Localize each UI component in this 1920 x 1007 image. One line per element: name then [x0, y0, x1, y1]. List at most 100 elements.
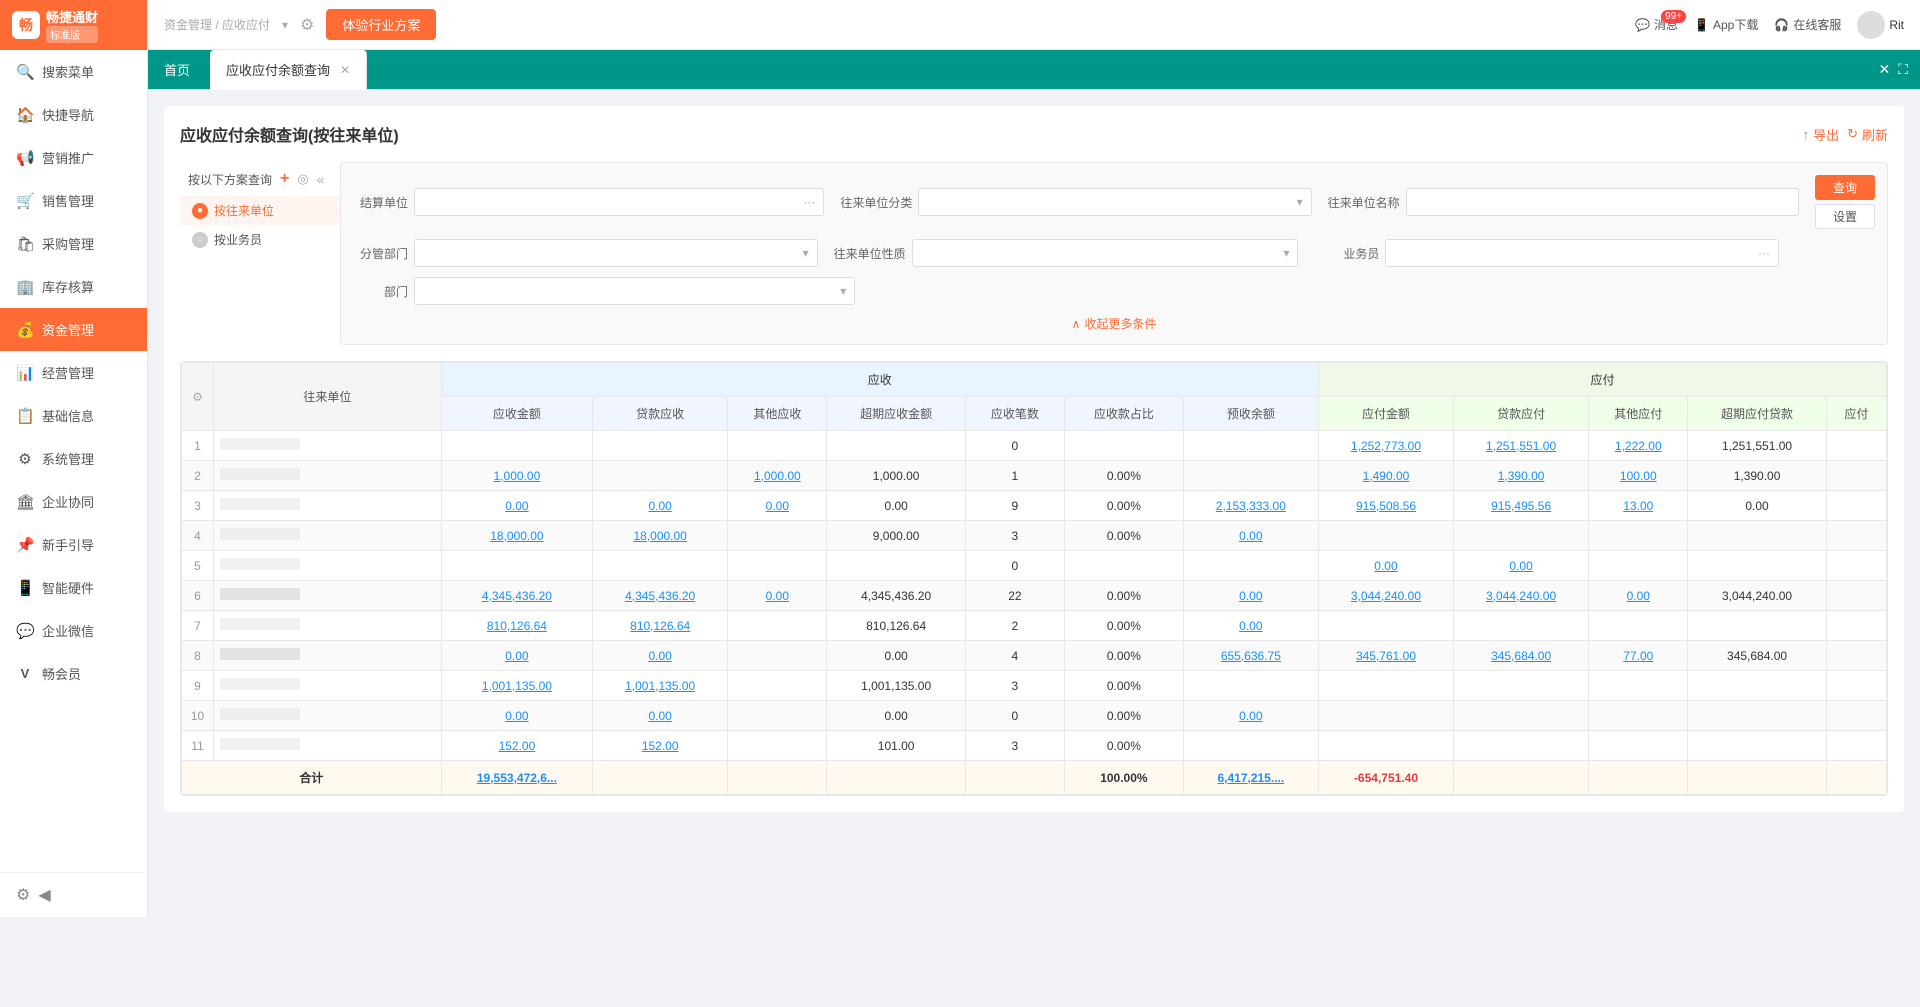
filter-row-1: 结算单位 ··· 往来单位分类 ▾ 往来单位名称: [353, 175, 1875, 229]
row-partner: [214, 461, 442, 491]
footer-ar-ratio: 100.00%: [1065, 761, 1184, 795]
table-row: 80.000.000.0040.00%655,636.75345,761.003…: [182, 641, 1887, 671]
row-num: 5: [182, 551, 214, 581]
tab-label: 应收应付余额查询: [226, 60, 330, 79]
salesperson-input[interactable]: ···: [1385, 239, 1779, 267]
sidebar-item-sales[interactable]: 🛒 销售管理: [0, 179, 147, 222]
sidebar-item-enterprise[interactable]: 🏛 企业协同: [0, 480, 147, 523]
th-partner: 往来单位: [214, 363, 442, 431]
solution-button[interactable]: 体验行业方案: [326, 9, 436, 40]
message-badge: 99+: [1661, 10, 1686, 23]
footer-ar-count: [965, 761, 1064, 795]
refresh-icon: ↻: [1847, 126, 1858, 142]
sidebar-item-label: 资金管理: [42, 320, 94, 339]
sidebar-item-purchase[interactable]: 🛍 采购管理: [0, 222, 147, 265]
filter-settings-icon[interactable]: ◎: [297, 171, 308, 187]
sidebar-item-vip[interactable]: V 畅会员: [0, 652, 147, 695]
tab-close-icon[interactable]: ✕: [340, 63, 350, 77]
th-ar-label: 应收: [868, 373, 892, 387]
branch-dept-label: 分管部门: [353, 245, 408, 262]
message-icon: 💬: [1635, 18, 1650, 32]
window-expand-button[interactable]: ⛶: [1898, 61, 1908, 78]
header-online-service[interactable]: 🎧 在线客服: [1774, 16, 1841, 33]
nav-item-by-salesperson[interactable]: ○ 按业务员: [180, 225, 340, 254]
service-icon: 🎧: [1774, 18, 1789, 32]
row-num: 3: [182, 491, 214, 521]
partner-nature-input[interactable]: ▾: [912, 239, 1299, 267]
table-footer-row: 合计 19,553,472,6... 100.00% 6,417,215....…: [182, 761, 1887, 795]
sidebar-item-label: 基础信息: [42, 406, 94, 425]
guide-icon: 📌: [16, 536, 34, 554]
table-settings-icon[interactable]: ⚙: [192, 390, 203, 404]
footer-ap-loan: [1454, 761, 1589, 795]
filter-collapse-icon[interactable]: «: [317, 172, 324, 187]
left-nav: 按以下方案查询 + ◎ « ● 按往来单位 ○ 按业务员: [180, 162, 340, 345]
sidebar-item-label: 营销推广: [42, 148, 94, 167]
table-row: 91,001,135.001,001,135.001,001,135.0030.…: [182, 671, 1887, 701]
header-dropdown-icon[interactable]: ▾: [282, 18, 288, 32]
sidebar-item-operations[interactable]: 📊 经营管理: [0, 351, 147, 394]
sidebar-logo: 畅 畅捷通财 标准版: [0, 0, 147, 50]
finance-icon: 💰: [16, 321, 34, 339]
table-row: 500.000.00: [182, 551, 1887, 581]
export-button[interactable]: ↑ 导出: [1803, 125, 1840, 144]
page-title: 应收应付余额查询(按往来单位): [180, 122, 399, 146]
sidebar-item-system[interactable]: ⚙ 系统管理: [0, 437, 147, 480]
search-icon: 🔍: [16, 63, 34, 81]
tab-right-controls: ✕ ⛶: [1878, 61, 1920, 78]
settlement-input[interactable]: ···: [414, 188, 824, 216]
footer-ap-overdue: [1688, 761, 1826, 795]
sidebar-item-label: 快捷导航: [42, 105, 94, 124]
query-button[interactable]: 查询: [1815, 175, 1875, 200]
table-row: 418,000.0018,000.009,000.0030.00%0.00: [182, 521, 1887, 551]
row-partner: [214, 671, 442, 701]
sidebar-item-wechat[interactable]: 💬 企业微信: [0, 609, 147, 652]
sidebar-collapse-icon[interactable]: ◀: [38, 885, 50, 905]
by-salesperson-icon: ○: [192, 232, 208, 248]
header-messages[interactable]: 💬 消息 99+: [1635, 16, 1678, 33]
table-row: 21,000.001,000.001,000.0010.00%1,490.001…: [182, 461, 1887, 491]
logo-text: 畅捷通财: [46, 7, 98, 26]
sidebar-item-label: 库存核算: [42, 277, 94, 296]
tab-home[interactable]: 首页: [148, 50, 206, 90]
footer-label: 合计: [182, 761, 442, 795]
refresh-button[interactable]: ↻ 刷新: [1847, 125, 1888, 144]
row-num: 1: [182, 431, 214, 461]
footer-ap-remain: [1826, 761, 1886, 795]
vip-icon: V: [16, 666, 34, 681]
main-content: 应收应付余额查询(按往来单位) ↑ 导出 ↻ 刷新 按以下方案查询 + ◎: [148, 90, 1920, 917]
partner-name-input[interactable]: [1406, 188, 1799, 216]
settings-button[interactable]: 设置: [1815, 204, 1875, 229]
page-title-row: 应收应付余额查询(按往来单位) ↑ 导出 ↻ 刷新: [180, 122, 1888, 146]
header-app-download[interactable]: 📱 App下载: [1694, 16, 1758, 33]
nav-item-label: 按往来单位: [214, 202, 274, 219]
header-gear-icon[interactable]: ⚙: [300, 15, 314, 35]
header-right: 💬 消息 99+ 📱 App下载 🎧 在线客服 Rit: [1635, 11, 1904, 39]
sidebar-item-warehouse[interactable]: 🏢 库存核算: [0, 265, 147, 308]
filter-item-salesperson: 业务员 ···: [1314, 239, 1779, 267]
row-partner: [214, 581, 442, 611]
filter-add-icon[interactable]: +: [280, 170, 289, 188]
tab-ar-balance[interactable]: 应收应付余额查询 ✕: [210, 50, 367, 90]
nav-item-by-partner[interactable]: ● 按往来单位: [180, 196, 340, 225]
sidebar-item-guide[interactable]: 📌 新手引导: [0, 523, 147, 566]
partner-category-input[interactable]: ▾: [918, 188, 1311, 216]
sidebar-item-search[interactable]: 🔍 搜索菜单: [0, 50, 147, 93]
sidebar-item-base-info[interactable]: 📋 基础信息: [0, 394, 147, 437]
footer-ar-other: [728, 761, 827, 795]
sidebar-item-marketing[interactable]: 📢 营销推广: [0, 136, 147, 179]
export-icon: ↑: [1803, 127, 1810, 142]
header-user[interactable]: Rit: [1857, 11, 1904, 39]
sidebar-item-hardware[interactable]: 📱 智能硬件: [0, 566, 147, 609]
th-partner-label: 往来单位: [303, 390, 351, 404]
collapse-button[interactable]: ∧ 收起更多条件: [1072, 315, 1157, 332]
department-input[interactable]: ▾: [414, 277, 855, 305]
window-close-button[interactable]: ✕: [1878, 61, 1890, 78]
sidebar-item-finance[interactable]: 💰 资金管理: [0, 308, 147, 351]
sidebar-item-quick-nav[interactable]: 🏠 快捷导航: [0, 93, 147, 136]
sidebar-settings-icon[interactable]: ⚙: [16, 885, 30, 905]
th-ar-count: 应收笔数: [965, 397, 1064, 431]
footer-ap-other: [1589, 761, 1688, 795]
filter-item-department: 部门 ▾: [353, 277, 855, 305]
branch-dept-input[interactable]: ▾: [414, 239, 818, 267]
